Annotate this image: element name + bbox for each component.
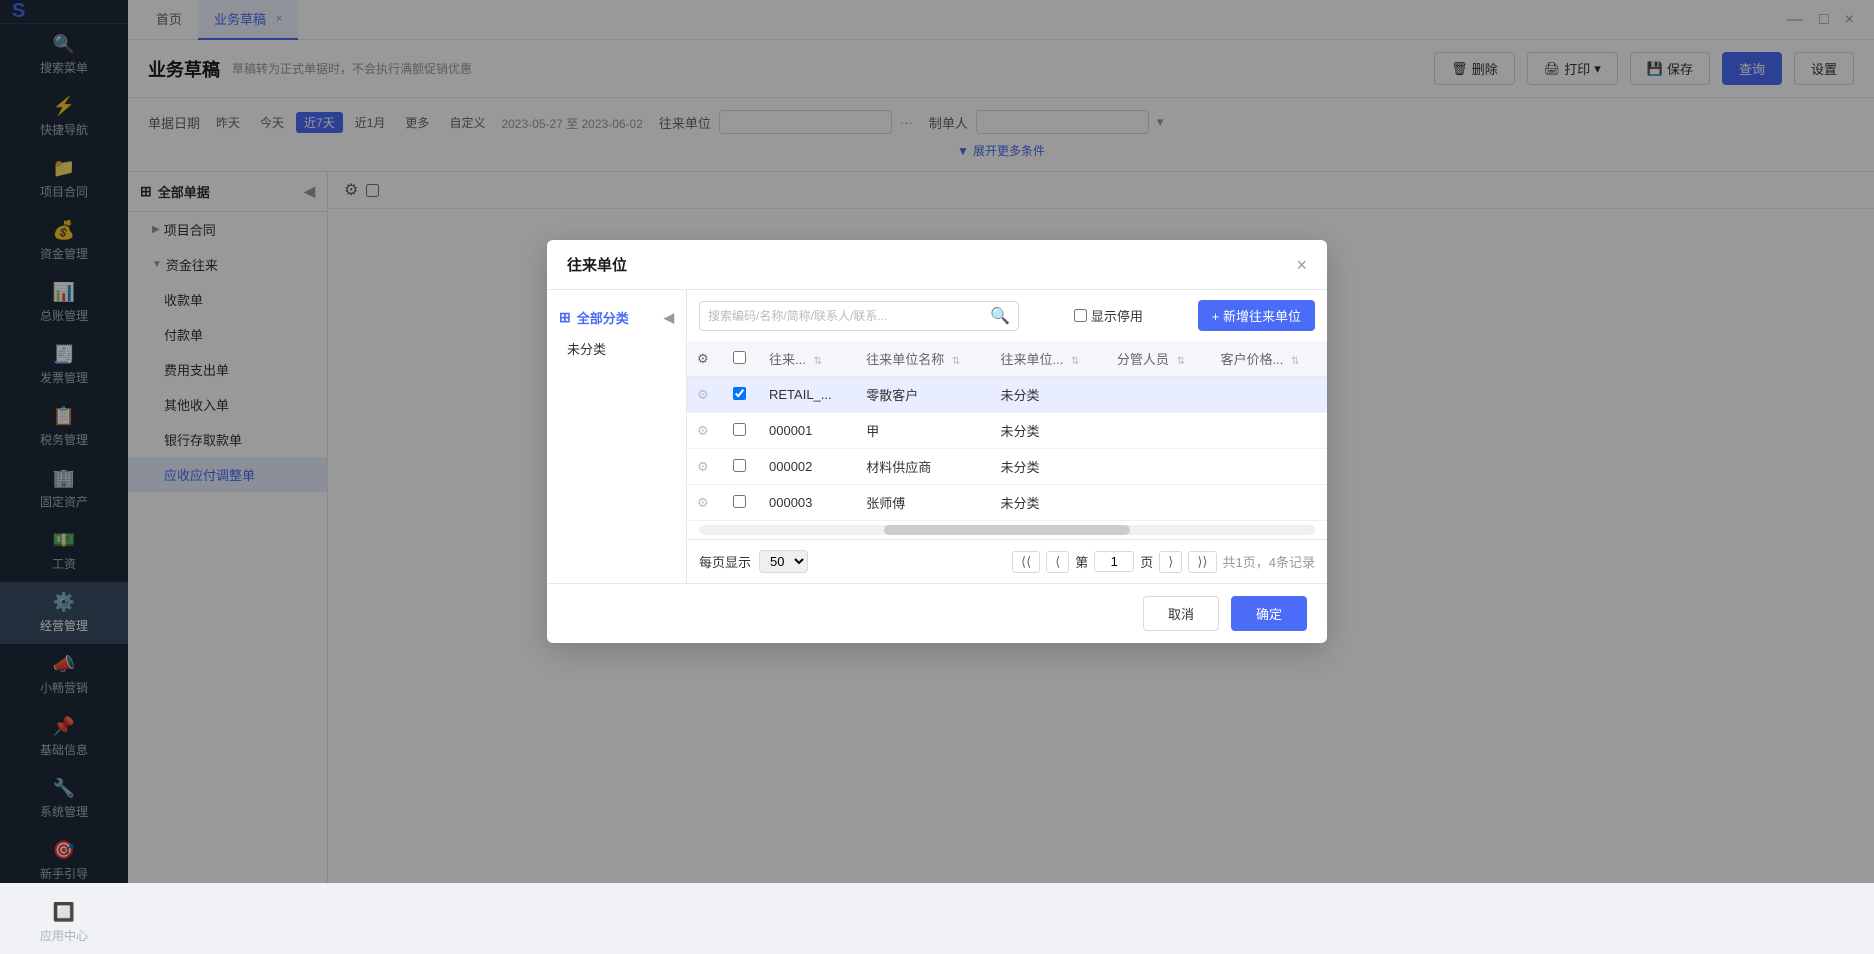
sort-price-cat-icon: ⇅	[1291, 356, 1299, 367]
row-settings-cell: ⚙	[687, 377, 723, 413]
row-checkbox-cell	[723, 485, 759, 521]
modal-body: ⊞ 全部分类 ◀ 未分类 🔍 显示停用	[547, 290, 1327, 583]
prev-page-button[interactable]: ⟨	[1046, 551, 1069, 573]
modal-toolbar: 🔍 显示停用 + 新增往来单位	[687, 290, 1327, 341]
table-row[interactable]: ⚙ RETAIL_... 零散客户 未分类	[687, 377, 1327, 413]
row-checkbox[interactable]	[733, 459, 746, 472]
modal-pagination: 每页显示 50 ⟨⟨ ⟨ 第 页 ⟩ ⟩⟩ 共1页，4条记录	[687, 539, 1327, 583]
row-category-cell: 未分类	[991, 449, 1107, 485]
sidebar-item-app-center[interactable]: 🔲 应用中心	[0, 892, 128, 954]
page-unit: 页	[1140, 552, 1153, 571]
row-manager-cell	[1107, 413, 1211, 449]
col-checkbox	[723, 341, 759, 377]
row-checkbox[interactable]	[733, 387, 746, 400]
row-settings-icon[interactable]: ⚙	[697, 423, 709, 438]
row-category-cell: 未分类	[991, 377, 1107, 413]
per-page-label: 每页显示	[699, 552, 751, 571]
modal-category-unclassified[interactable]: 未分类	[547, 333, 686, 364]
row-checkbox[interactable]	[733, 423, 746, 436]
pagination-right: ⟨⟨ ⟨ 第 页 ⟩ ⟩⟩ 共1页，4条记录	[1012, 551, 1315, 573]
modal-title: 往来单位	[567, 254, 627, 275]
modal-search-box[interactable]: 🔍	[699, 301, 1019, 331]
col-settings: ⚙	[687, 341, 723, 377]
col-manager: 分管人员 ⇅	[1107, 341, 1211, 377]
last-page-button[interactable]: ⟩⟩	[1188, 551, 1216, 573]
row-category-cell: 未分类	[991, 413, 1107, 449]
row-price-cat-cell	[1211, 413, 1327, 449]
show-disabled-label[interactable]: 显示停用	[1074, 306, 1143, 325]
col-price-cat: 客户价格... ⇅	[1211, 341, 1327, 377]
modal-category-title: 全部分类	[577, 308, 629, 327]
table-header-row: ⚙ 往来... ⇅ 往来单位名称	[687, 341, 1327, 377]
row-settings-icon[interactable]: ⚙	[697, 495, 709, 510]
table-row[interactable]: ⚙ 000002 材料供应商 未分类	[687, 449, 1327, 485]
next-page-button[interactable]: ⟩	[1159, 551, 1182, 573]
row-settings-cell: ⚙	[687, 485, 723, 521]
col-code: 往来... ⇅	[759, 341, 856, 377]
row-name-cell: 材料供应商	[856, 449, 990, 485]
modal-search-input[interactable]	[708, 309, 984, 323]
add-partner-button[interactable]: + 新增往来单位	[1198, 300, 1315, 331]
modal-table: ⚙ 往来... ⇅ 往来单位名称	[687, 341, 1327, 521]
sidebar-item-label: 应用中心	[40, 927, 88, 944]
row-checkbox-cell	[723, 413, 759, 449]
modal-category-header: ⊞ 全部分类 ◀	[547, 302, 686, 333]
modal-right-panel: 🔍 显示停用 + 新增往来单位	[687, 290, 1327, 583]
sort-category-icon: ⇅	[1071, 356, 1079, 367]
scrollbar-thumb[interactable]	[884, 525, 1130, 535]
modal-footer: 取消 确定	[547, 583, 1327, 643]
page-number-input[interactable]	[1094, 551, 1134, 572]
row-checkbox[interactable]	[733, 495, 746, 508]
category-grid-icon: ⊞	[559, 309, 571, 326]
sort-name-icon: ⇅	[952, 356, 960, 367]
row-settings-cell: ⚙	[687, 413, 723, 449]
per-page-select[interactable]: 50	[759, 550, 808, 573]
modal-category-collapse-icon[interactable]: ◀	[664, 310, 674, 326]
row-code-cell: RETAIL_...	[759, 377, 856, 413]
select-all-checkbox[interactable]	[733, 351, 746, 364]
sort-code-icon: ⇅	[813, 356, 821, 367]
table-row[interactable]: ⚙ 000003 张师傅 未分类	[687, 485, 1327, 521]
add-partner-label: + 新增往来单位	[1212, 306, 1301, 325]
show-disabled-checkbox[interactable]	[1074, 309, 1087, 322]
row-name-cell: 零散客户	[856, 377, 990, 413]
row-code-cell: 000001	[759, 413, 856, 449]
row-checkbox-cell	[723, 449, 759, 485]
partner-modal: 往来单位 × ⊞ 全部分类 ◀ 未分类 🔍	[547, 240, 1327, 643]
row-settings-icon[interactable]: ⚙	[697, 459, 709, 474]
row-code-cell: 000003	[759, 485, 856, 521]
page-label: 第	[1075, 552, 1088, 571]
row-name-cell: 张师傅	[856, 485, 990, 521]
row-category-cell: 未分类	[991, 485, 1107, 521]
modal-close-button[interactable]: ×	[1296, 256, 1307, 274]
modal-category-panel: ⊞ 全部分类 ◀ 未分类	[547, 290, 687, 583]
row-price-cat-cell	[1211, 485, 1327, 521]
row-code-cell: 000002	[759, 449, 856, 485]
modal-overlay: 往来单位 × ⊞ 全部分类 ◀ 未分类 🔍	[0, 0, 1874, 883]
cancel-button[interactable]: 取消	[1143, 596, 1219, 631]
total-info: 共1页，4条记录	[1223, 552, 1315, 571]
col-category: 往来单位... ⇅	[991, 341, 1107, 377]
row-price-cat-cell	[1211, 377, 1327, 413]
row-manager-cell	[1107, 377, 1211, 413]
row-manager-cell	[1107, 449, 1211, 485]
modal-search-icon: 🔍	[990, 306, 1010, 326]
show-disabled-text: 显示停用	[1091, 306, 1143, 325]
table-row[interactable]: ⚙ 000001 甲 未分类	[687, 413, 1327, 449]
horizontal-scrollbar[interactable]	[699, 525, 1315, 535]
col-name: 往来单位名称 ⇅	[856, 341, 990, 377]
modal-header: 往来单位 ×	[547, 240, 1327, 290]
app-center-icon: 🔲	[53, 902, 75, 923]
row-settings-cell: ⚙	[687, 449, 723, 485]
row-price-cat-cell	[1211, 449, 1327, 485]
row-name-cell: 甲	[856, 413, 990, 449]
row-manager-cell	[1107, 485, 1211, 521]
row-settings-icon[interactable]: ⚙	[697, 387, 709, 402]
first-page-button[interactable]: ⟨⟨	[1012, 551, 1040, 573]
sort-manager-icon: ⇅	[1177, 356, 1185, 367]
confirm-button[interactable]: 确定	[1231, 596, 1307, 631]
settings-icon[interactable]: ⚙	[697, 351, 709, 366]
pagination-left: 每页显示 50	[699, 550, 808, 573]
row-checkbox-cell	[723, 377, 759, 413]
